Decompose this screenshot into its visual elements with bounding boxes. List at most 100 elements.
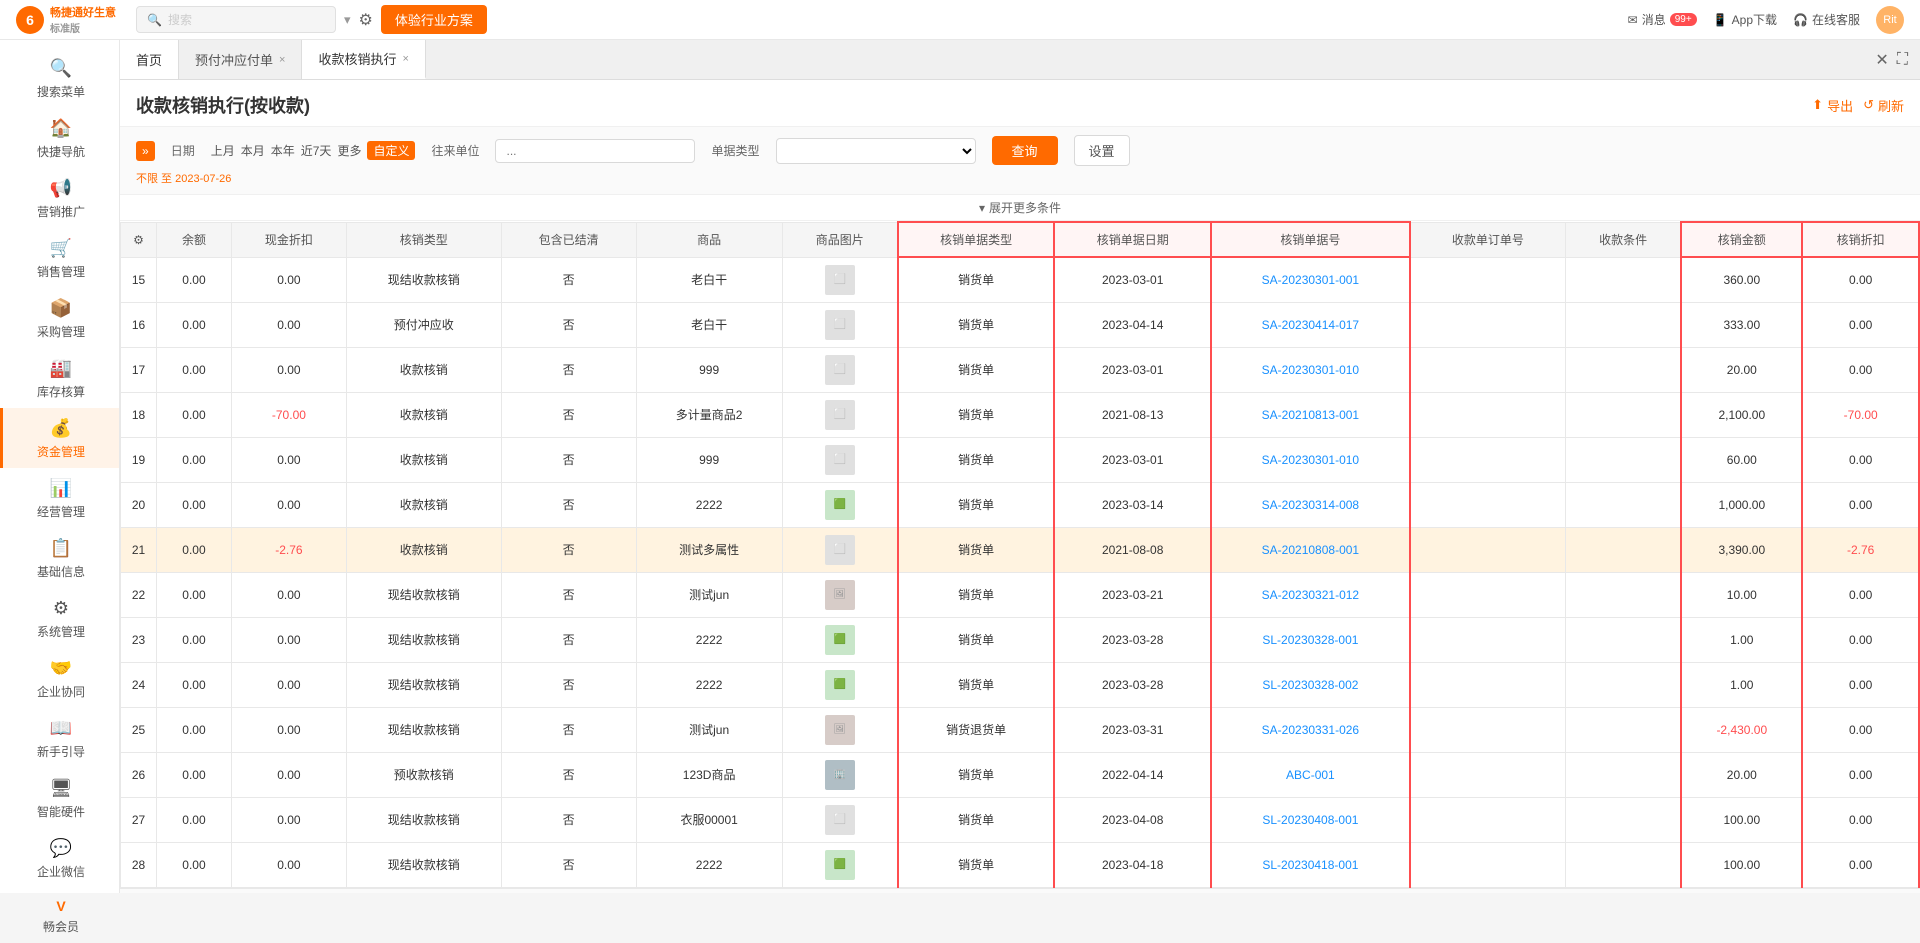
date-opt-more[interactable]: 更多 (337, 142, 361, 159)
sidebar-label-marketing: 营销推广 (37, 203, 85, 220)
cell-bill-no[interactable]: SA-20230314-008 (1211, 482, 1410, 527)
cell-cancel-type: 预付冲应收 (346, 302, 501, 347)
window-close-icon[interactable]: ✕ (1875, 50, 1888, 70)
bill-no-link[interactable]: SL-20230408-001 (1262, 813, 1358, 827)
app-layout: 🔍 搜索菜单 🏠 快捷导航 📢 营销推广 🛒 销售管理 📦 采购管理 🏭 库存核… (0, 40, 1920, 893)
bill-no-link[interactable]: SL-20230418-001 (1262, 858, 1358, 872)
cell-bill-no[interactable]: SL-20230328-001 (1211, 617, 1410, 662)
cell-bill-no[interactable]: SA-20230331-026 (1211, 707, 1410, 752)
cell-product-img: 🟩 (782, 842, 898, 887)
date-opt-last-month[interactable]: 上月 (211, 142, 235, 159)
sidebar-item-marketing[interactable]: 📢 营销推广 (0, 168, 119, 228)
product-image: ⬜ (825, 445, 855, 475)
solution-button[interactable]: 体验行业方案 (381, 5, 487, 34)
date-opt-this-year[interactable]: 本年 (271, 142, 295, 159)
sidebar-item-enterprise[interactable]: 🤝 企业协同 (0, 648, 119, 708)
dropdown-icon[interactable]: ▾ (344, 12, 351, 28)
expand-more-button[interactable]: ▾ 展开更多条件 (979, 199, 1061, 216)
bill-no-link[interactable]: SA-20230414-017 (1262, 318, 1359, 332)
bill-no-link[interactable]: SA-20230301-001 (1262, 273, 1359, 287)
bill-no-link[interactable]: SA-20230331-026 (1262, 723, 1359, 737)
th-settings[interactable]: ⚙ (121, 222, 157, 257)
tab-prepay-label: 预付冲应付单 (195, 50, 273, 69)
date-opt-custom[interactable]: 自定义 (367, 141, 415, 160)
date-opt-7days[interactable]: 近7天 (301, 142, 332, 159)
th-cancel-amount: 核销金额 (1681, 222, 1802, 257)
app-logo: 6 畅捷通好生意 标准版 (16, 4, 126, 35)
tab-prepay[interactable]: 预付冲应付单 × (179, 40, 302, 79)
query-button[interactable]: 查询 (992, 136, 1058, 165)
bill-no-link[interactable]: SA-20230321-012 (1262, 588, 1359, 602)
cell-receipt-order (1410, 437, 1566, 482)
bill-type-select[interactable] (776, 138, 976, 164)
sidebar-item-purchase[interactable]: 📦 采购管理 (0, 288, 119, 348)
tab-prepay-close[interactable]: × (279, 54, 285, 66)
bill-no-link[interactable]: SA-20230314-008 (1262, 498, 1359, 512)
online-service-btn[interactable]: 🎧 在线客服 (1793, 11, 1860, 28)
cell-bill-no[interactable]: SL-20230418-001 (1211, 842, 1410, 887)
table-header-row: ⚙ 余额 现金折扣 核销类型 包含已结清 商品 商品图片 核销单据类型 核销单据… (121, 222, 1920, 257)
settings-icon[interactable]: ⚙ (359, 10, 373, 30)
th-included: 包含已结清 (501, 222, 636, 257)
bill-no-link[interactable]: SA-20210813-001 (1262, 408, 1359, 422)
export-button[interactable]: ⬆ 导出 (1812, 96, 1853, 115)
bill-no-link[interactable]: SL-20230328-001 (1262, 633, 1358, 647)
sidebar-item-guide[interactable]: 📖 新手引导 (0, 708, 119, 768)
sidebar-item-search-menu[interactable]: 🔍 搜索菜单 (0, 48, 119, 108)
bill-no-link[interactable]: SA-20230301-010 (1262, 453, 1359, 467)
sidebar-item-base-info[interactable]: 📋 基础信息 (0, 528, 119, 588)
cell-bill-no[interactable]: SA-20230301-010 (1211, 437, 1410, 482)
settings-button[interactable]: 设置 (1074, 135, 1130, 166)
bill-no-link[interactable]: SA-20230301-010 (1262, 363, 1359, 377)
partner-input[interactable] (495, 139, 695, 163)
message-icon: ✉ (1628, 13, 1638, 27)
sidebar-item-operation[interactable]: 📊 经营管理 (0, 468, 119, 528)
cell-bill-no[interactable]: SL-20230328-002 (1211, 662, 1410, 707)
cell-bill-type: 销货单 (898, 437, 1055, 482)
top-bar-right: ✉ 消息 99+ 📱 App下载 🎧 在线客服 Rit (1628, 6, 1904, 34)
tab-home[interactable]: 首页 (120, 40, 179, 79)
tab-receipt[interactable]: 收款核销执行 × (302, 40, 425, 79)
cell-cancel-type: 现结收款核销 (346, 707, 501, 752)
messages-btn[interactable]: ✉ 消息 99+ (1628, 11, 1697, 28)
sidebar-item-quick-nav[interactable]: 🏠 快捷导航 (0, 108, 119, 168)
sidebar-item-inventory[interactable]: 🏭 库存核算 (0, 348, 119, 408)
chevron-down-icon: ▾ (979, 201, 985, 215)
refresh-button[interactable]: ↺ 刷新 (1863, 96, 1904, 115)
cell-bill-no[interactable]: SA-20230414-017 (1211, 302, 1410, 347)
window-expand-icon[interactable]: ⛶ (1897, 51, 1908, 69)
search-box[interactable]: 🔍 搜索 (136, 6, 336, 33)
bill-no-link[interactable]: SA-20210808-001 (1262, 543, 1359, 557)
sidebar-item-hardware[interactable]: 🖥 智能硬件 (0, 768, 119, 828)
table-row: 25 0.00 0.00 现结收款核销 否 测试jun 🖼 销货退货单 2023… (121, 707, 1920, 752)
search-icon: 🔍 (147, 13, 162, 27)
cell-bill-no[interactable]: SA-20230301-010 (1211, 347, 1410, 392)
sidebar: 🔍 搜索菜单 🏠 快捷导航 📢 营销推广 🛒 销售管理 📦 采购管理 🏭 库存核… (0, 40, 120, 893)
filter-expand-btn[interactable]: » (136, 141, 155, 161)
inventory-icon: 🏭 (50, 358, 72, 379)
bill-no-link[interactable]: SL-20230328-002 (1262, 678, 1358, 692)
cell-bill-no[interactable]: ABC-001 (1211, 752, 1410, 797)
app-download-btn[interactable]: 📱 App下载 (1713, 11, 1777, 28)
cell-product-img: 🖼 (782, 572, 898, 617)
data-table: ⚙ 余额 现金折扣 核销类型 包含已结清 商品 商品图片 核销单据类型 核销单据… (120, 221, 1920, 888)
sidebar-item-system[interactable]: ⚙ 系统管理 (0, 588, 119, 648)
tab-receipt-close[interactable]: × (402, 53, 408, 65)
cell-product: 老白干 (636, 257, 782, 302)
date-opt-this-month[interactable]: 本月 (241, 142, 265, 159)
sidebar-item-wechat[interactable]: 💬 企业微信 (0, 828, 119, 888)
sidebar-item-finance[interactable]: 💰 资金管理 (0, 408, 119, 468)
cell-receipt-order (1410, 257, 1566, 302)
cell-bill-no[interactable]: SL-20230408-001 (1211, 797, 1410, 842)
user-avatar[interactable]: Rit (1876, 6, 1904, 34)
cell-bill-no[interactable]: SA-20210808-001 (1211, 527, 1410, 572)
cell-balance: 0.00 (157, 752, 232, 797)
bill-no-link[interactable]: ABC-001 (1286, 768, 1335, 782)
sidebar-item-sales[interactable]: 🛒 销售管理 (0, 228, 119, 288)
cell-bill-no[interactable]: SA-20230321-012 (1211, 572, 1410, 617)
sidebar-item-vip[interactable]: V 畅会员 (0, 888, 119, 943)
cell-cancel-amount: 3,390.00 (1681, 527, 1802, 572)
cell-product-img: 🏢 (782, 752, 898, 797)
cell-bill-no[interactable]: SA-20210813-001 (1211, 392, 1410, 437)
cell-bill-no[interactable]: SA-20230301-001 (1211, 257, 1410, 302)
